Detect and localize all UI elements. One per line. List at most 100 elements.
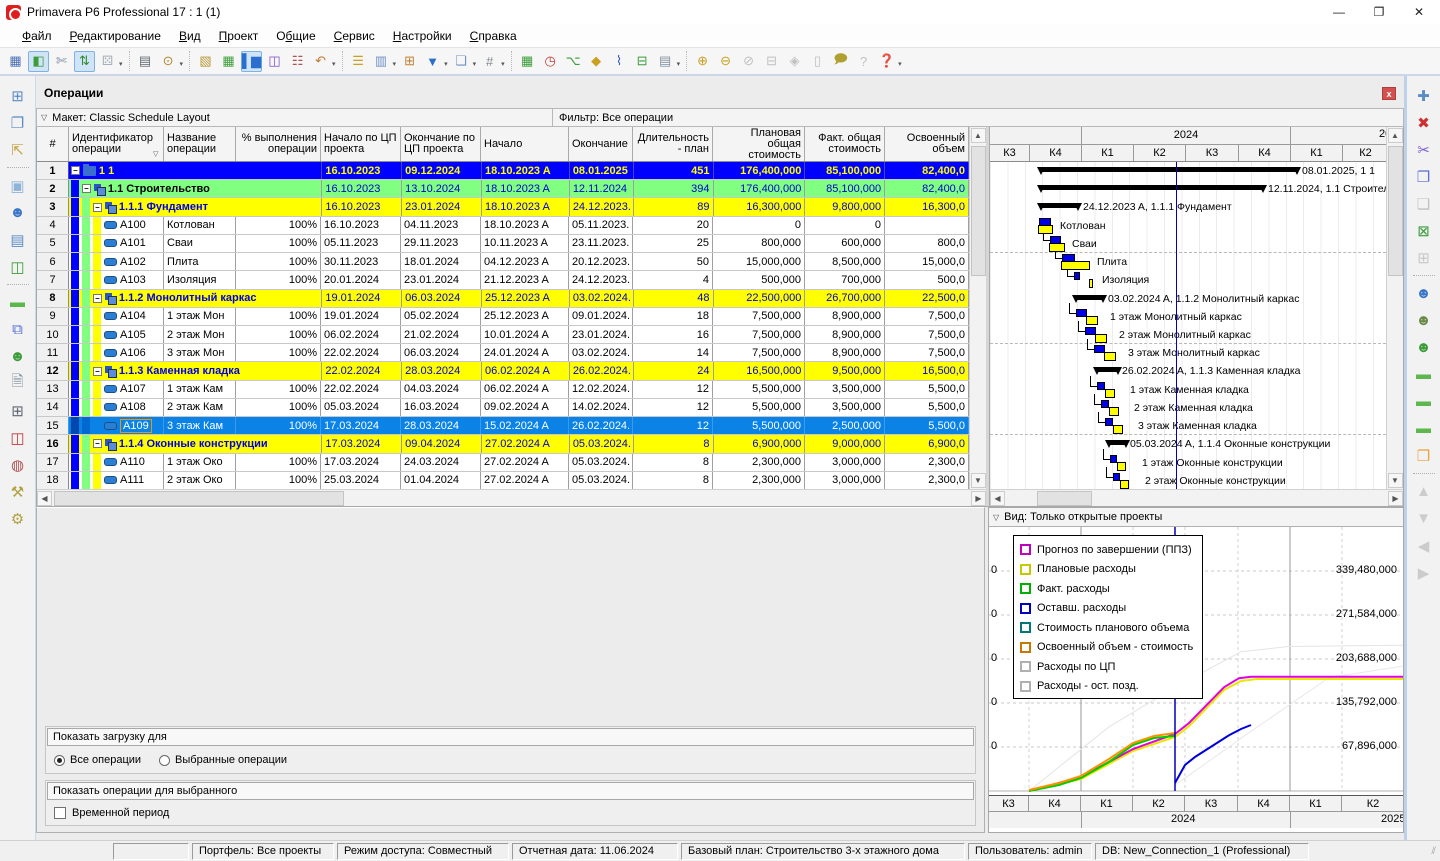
planned-bar[interactable] bbox=[1105, 388, 1115, 398]
assign-role-button[interactable]: ☻ bbox=[1411, 308, 1437, 333]
column-header-6[interactable]: Начало bbox=[481, 127, 569, 161]
scroll-right-icon[interactable]: ▶ bbox=[1388, 490, 1403, 506]
org-chart-icon-dropdown[interactable]: ▾ bbox=[119, 60, 123, 68]
zoom-out-icon[interactable]: ⊖ bbox=[715, 51, 736, 72]
userfields-icon[interactable]: ▦ bbox=[517, 51, 538, 72]
print-preview-icon[interactable]: ⊙ bbox=[158, 51, 179, 72]
copy-button[interactable]: ❐ bbox=[1411, 164, 1437, 189]
planned-bar[interactable] bbox=[1120, 479, 1129, 489]
column-header-11[interactable]: Освоенный объем bbox=[885, 127, 969, 161]
move-right-button[interactable]: ▶ bbox=[1411, 560, 1437, 585]
spreadsheet-icon-dropdown[interactable]: ▾ bbox=[677, 60, 681, 68]
table-row[interactable]: 8 – 1.1.2 Монолитный каркас 19.01.2024 06.03… bbox=[37, 289, 969, 308]
filter-icon[interactable]: ▼ bbox=[422, 51, 443, 72]
column-header-1[interactable]: Идентификатор операции ▽ bbox=[69, 127, 164, 161]
table-row[interactable]: 5 A101 Сваи 100% 05.11.2023 29.11.2023 10.11.2… bbox=[37, 234, 969, 254]
table-row[interactable]: 4 A100 Котлован 100% 16.10.2023 04.11.2023 18.… bbox=[37, 216, 969, 235]
tracking-icon[interactable]: ◫ bbox=[5, 254, 31, 279]
actual-bar[interactable] bbox=[1110, 454, 1117, 463]
gantt-horizontal-scrollbar[interactable]: ◀ ▶ bbox=[990, 489, 1403, 506]
scroll-thumb[interactable] bbox=[1037, 490, 1092, 506]
move-up-button[interactable]: ▲ bbox=[1411, 479, 1437, 504]
column-header-8[interactable]: Длительность - план bbox=[633, 127, 713, 161]
assign-resource-button[interactable]: ☻ bbox=[1411, 281, 1437, 306]
scroll-thumb[interactable] bbox=[970, 146, 986, 276]
planned-bar[interactable] bbox=[1089, 279, 1093, 289]
help-icon[interactable]: ? bbox=[853, 51, 874, 72]
scroll-left-icon[interactable]: ◀ bbox=[37, 490, 52, 506]
table-row[interactable]: 14 A108 2 этаж Кам 100% 05.03.2024 16.03.2024… bbox=[37, 398, 969, 418]
assign-predecessor-button[interactable]: ▬ bbox=[1411, 389, 1437, 414]
column-header-10[interactable]: Факт. общая стоимость bbox=[805, 127, 885, 161]
actual-bar[interactable] bbox=[1074, 272, 1080, 281]
menu-настройки[interactable]: Настройки bbox=[385, 26, 460, 46]
assign-resource-by-role-button[interactable]: ☻ bbox=[1411, 335, 1437, 360]
documents-icon[interactable]: 🗎 bbox=[5, 371, 31, 396]
roles-icon[interactable]: ⚒ bbox=[5, 479, 31, 504]
legend-item[interactable]: Освоенный объем - стоимость bbox=[1020, 638, 1202, 658]
column-header-5[interactable]: Окончание по ЦП проекта bbox=[401, 127, 481, 161]
usage-spreadsheet-icon[interactable]: ⊟ bbox=[632, 51, 653, 72]
open-project-icon[interactable]: ❐ bbox=[5, 110, 31, 135]
find-document-icon[interactable]: ▧ bbox=[195, 51, 216, 72]
pointer-mode-icon[interactable]: ⇅ bbox=[74, 50, 95, 72]
undo-icon[interactable]: ↶ bbox=[310, 51, 331, 72]
progress-line-icon[interactable]: ⌇ bbox=[609, 51, 630, 72]
column-header-9[interactable]: Плановая общая стоимость bbox=[713, 127, 805, 161]
columns-icon-dropdown[interactable]: ▾ bbox=[393, 60, 397, 68]
layout-selector[interactable]: ▽ Макет: Classic Schedule Layout bbox=[37, 109, 553, 126]
delete-button[interactable]: ✖ bbox=[1411, 110, 1437, 135]
planned-bar[interactable] bbox=[1086, 315, 1098, 325]
obs-icon[interactable]: ⚙ bbox=[5, 506, 31, 531]
table-row[interactable]: 10 A105 2 этаж Мон 100% 06.02.2024 21.02.2024… bbox=[37, 325, 969, 345]
planned-bar[interactable] bbox=[1117, 461, 1126, 471]
legend-item[interactable]: Стоимость планового объема bbox=[1020, 618, 1202, 638]
maximize-button[interactable]: ❐ bbox=[1372, 5, 1386, 19]
menu-проект[interactable]: Проект bbox=[211, 26, 267, 46]
planned-bar[interactable] bbox=[1109, 406, 1119, 416]
planned-bar[interactable] bbox=[1038, 224, 1053, 234]
scroll-up-icon[interactable]: ▲ bbox=[1387, 128, 1403, 143]
table-row[interactable]: 18 A111 2 этаж Око 100% 25.03.2024 01.04.2024… bbox=[37, 471, 969, 489]
layout-icon-dropdown[interactable]: ▾ bbox=[473, 60, 477, 68]
timescale-icon[interactable]: ◷ bbox=[540, 51, 561, 72]
table-row[interactable]: 13 A107 1 этаж Кам 100% 22.02.2024 04.03.2024… bbox=[37, 380, 969, 399]
column-header-4[interactable]: Начало по ЦП проекта bbox=[321, 127, 401, 161]
columns-icon[interactable]: ▥ bbox=[371, 51, 392, 72]
vsplit-icon[interactable]: ▯ bbox=[807, 51, 828, 72]
filter-icon-dropdown[interactable]: ▾ bbox=[444, 60, 448, 68]
legend-item[interactable]: Расходы - ост. позд. bbox=[1020, 677, 1202, 697]
print-preview-icon-dropdown[interactable]: ▾ bbox=[180, 60, 184, 68]
resources-icon[interactable]: ◆ bbox=[586, 51, 607, 72]
radio-all-activities[interactable]: Все операции bbox=[54, 754, 141, 766]
filter-selector[interactable]: Фильтр: Все операции bbox=[553, 109, 1403, 126]
add-button[interactable]: ✚ bbox=[1411, 83, 1437, 108]
scroll-left-icon[interactable]: ◀ bbox=[990, 490, 1005, 506]
table-view-icon[interactable]: ▦ bbox=[5, 51, 26, 72]
table-row[interactable]: 16 – 1.1.4 Оконные конструкции 17.03.2024 09… bbox=[37, 435, 969, 454]
menu-вид[interactable]: Вид bbox=[171, 26, 209, 46]
risks-icon[interactable]: ◍ bbox=[5, 452, 31, 477]
column-header-7[interactable]: Окончание bbox=[569, 127, 633, 161]
paste-button[interactable]: ❏ bbox=[1411, 191, 1437, 216]
collapse-icon[interactable]: – bbox=[70, 166, 80, 176]
summary-bar[interactable] bbox=[1040, 185, 1263, 191]
legend-item[interactable]: Расходы по ЦП bbox=[1020, 657, 1202, 677]
close-panel-icon[interactable]: x bbox=[1382, 86, 1396, 100]
summary-bar[interactable] bbox=[1040, 203, 1078, 209]
table-row[interactable]: 1– 1 1 16.10.2023 09.12.2024 18.10.2023 A 08.… bbox=[37, 162, 969, 181]
line-numbers-icon[interactable]: # bbox=[479, 51, 500, 72]
reports-icon[interactable]: ▤ bbox=[5, 227, 31, 252]
close-button[interactable]: ✕ bbox=[1412, 5, 1426, 19]
menu-сервис[interactable]: Сервис bbox=[326, 26, 383, 46]
time-period-checkbox[interactable]: Временной период bbox=[54, 807, 169, 819]
help-globe-icon-dropdown[interactable]: ▾ bbox=[898, 60, 902, 68]
gantt-chart-icon[interactable]: ▌▆ bbox=[241, 50, 263, 72]
menu-редактирование[interactable]: Редактирование bbox=[62, 26, 169, 46]
thresholds-icon[interactable]: ◫ bbox=[5, 425, 31, 450]
wbs-icon[interactable]: ⧉ bbox=[5, 317, 31, 342]
table-font-icon[interactable]: ⊞ bbox=[399, 51, 420, 72]
legend-item[interactable]: Плановые расходы bbox=[1020, 560, 1202, 580]
collapse-icon[interactable]: – bbox=[92, 202, 102, 212]
summary-bar[interactable] bbox=[1040, 167, 1297, 172]
